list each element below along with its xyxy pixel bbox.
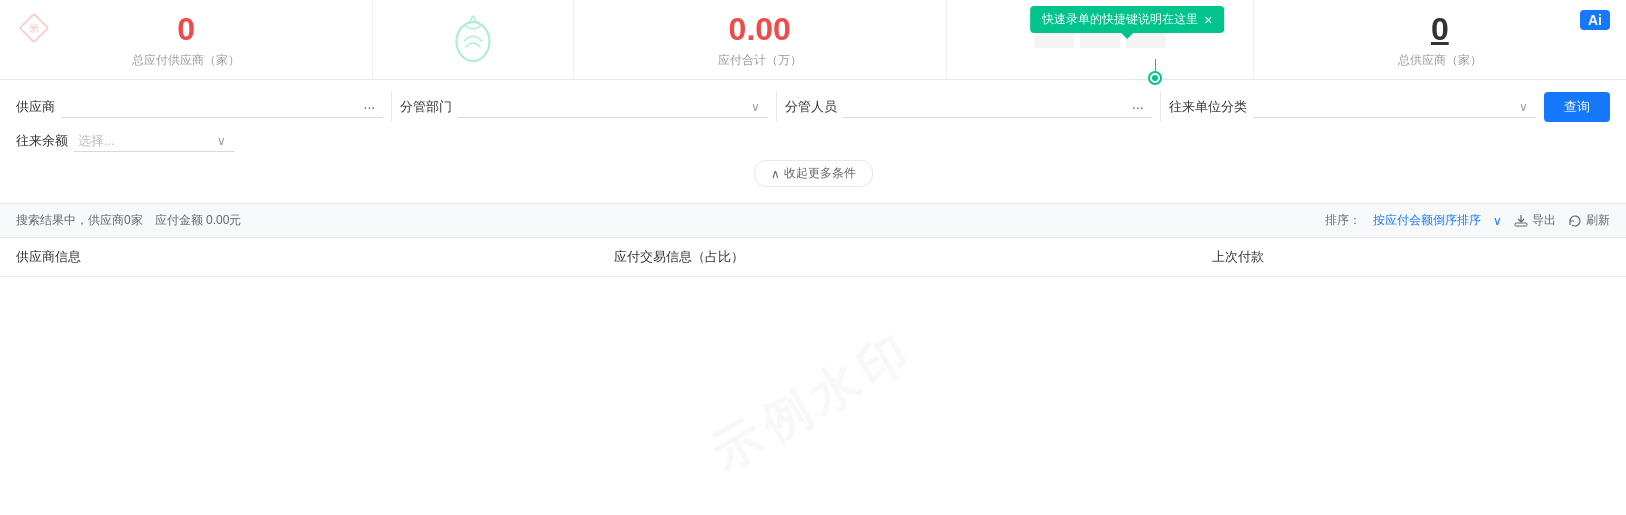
- collapse-icon: ∧: [771, 167, 780, 181]
- department-label: 分管部门: [400, 98, 452, 116]
- results-bar: 搜索结果中，供应商0家 应付金额 0.00元 排序： 按应付会额倒序排序 ∨ 导…: [0, 204, 1626, 238]
- total-suppliers-value: 0: [1431, 10, 1449, 48]
- unit-class-arrow[interactable]: ∨: [1519, 100, 1528, 114]
- export-icon: [1514, 214, 1528, 228]
- table-col-supplier-info: 供应商信息: [16, 248, 614, 266]
- logo-icon: 米: [16, 10, 52, 49]
- stats-bar: 米 0 总应付供应商（家） 0.00 应付合计（万）: [0, 0, 1626, 80]
- unit-class-input[interactable]: [1253, 96, 1536, 118]
- middle-icon-area: [373, 0, 573, 79]
- filter-bar: 供应商 ··· 分管部门 ∨ 分管人员 ··· 往来单位分类 ∨ 查询: [0, 80, 1626, 204]
- shortcut-tooltip: 快速录单的快捷键说明在这里 ×: [1030, 6, 1224, 33]
- total-payable-suppliers-label: 总应付供应商（家）: [132, 52, 240, 69]
- payable-amount-text: 应付金额 0.00元: [155, 212, 242, 229]
- balance-input[interactable]: [74, 130, 234, 152]
- stat-total-payable-suppliers: 米 0 总应付供应商（家）: [0, 0, 373, 79]
- department-filter: 分管部门 ∨: [400, 96, 767, 118]
- supplier-label: 供应商: [16, 98, 55, 116]
- stat-total-suppliers: 0 总供应商（家） Ai: [1254, 0, 1626, 79]
- results-left: 搜索结果中，供应商0家 应付金额 0.00元: [16, 212, 241, 229]
- divider-3: [1160, 92, 1161, 122]
- supplier-input[interactable]: [61, 96, 383, 118]
- tooltip-text: 快速录单的快捷键说明在这里: [1042, 11, 1198, 28]
- total-payable-suppliers-value: 0: [177, 10, 195, 48]
- tooltip-close-btn[interactable]: ×: [1204, 13, 1212, 27]
- sort-select[interactable]: 按应付会额倒序排序: [1373, 212, 1481, 229]
- svg-text:米: 米: [28, 23, 40, 34]
- refresh-icon: [1568, 214, 1582, 228]
- divider-1: [391, 92, 392, 122]
- tooltip-dot: [1150, 73, 1160, 83]
- svg-point-2: [456, 22, 489, 61]
- collapse-btn[interactable]: ∧ 收起更多条件: [754, 160, 873, 187]
- results-right: 排序： 按应付会额倒序排序 ∨ 导出 刷新: [1325, 212, 1610, 229]
- supplier-filter: 供应商 ···: [16, 96, 383, 118]
- collapse-label: 收起更多条件: [784, 165, 856, 182]
- total-suppliers-label: 总供应商（家）: [1398, 52, 1482, 69]
- supplier-dots-btn[interactable]: ···: [364, 99, 376, 115]
- manager-label: 分管人员: [785, 98, 837, 116]
- department-arrow[interactable]: ∨: [751, 100, 760, 114]
- ai-badge[interactable]: Ai: [1580, 10, 1610, 30]
- sort-label: 排序：: [1325, 212, 1361, 229]
- watermark: 示例水印: [700, 318, 926, 485]
- sort-arrow[interactable]: ∨: [1493, 214, 1502, 228]
- export-btn[interactable]: 导出: [1514, 212, 1556, 229]
- balance-filter: 往来余额 ∨: [16, 130, 234, 152]
- payable-total-label: 应付合计（万）: [718, 52, 802, 69]
- payable-total-value: 0.00: [729, 10, 791, 48]
- filter-row-2: 往来余额 ∨: [16, 130, 1610, 152]
- manager-dots-btn[interactable]: ···: [1132, 99, 1144, 115]
- placeholder-boxes: [1034, 32, 1166, 48]
- table-body: 示例水印: [0, 277, 1626, 515]
- divider-2: [776, 92, 777, 122]
- search-result-text: 搜索结果中，供应商0家: [16, 212, 143, 229]
- stat-payable-total: 0.00 应付合计（万）: [574, 0, 947, 79]
- manager-input[interactable]: [843, 96, 1152, 118]
- table-header: 供应商信息 应付交易信息（占比） 上次付款: [0, 238, 1626, 277]
- refresh-label: 刷新: [1586, 212, 1610, 229]
- export-label: 导出: [1532, 212, 1556, 229]
- stat-right-area: 快速录单的快捷键说明在这里 ×: [947, 0, 1254, 79]
- table-col-transaction-info: 应付交易信息（占比）: [614, 248, 1212, 266]
- balance-label: 往来余额: [16, 132, 68, 150]
- collapse-area: ∧ 收起更多条件: [16, 160, 1610, 203]
- table-col-last-payment: 上次付款: [1212, 248, 1611, 266]
- balance-arrow[interactable]: ∨: [217, 134, 226, 148]
- rice-bag-icon: [443, 10, 503, 70]
- unit-class-label: 往来单位分类: [1169, 98, 1247, 116]
- manager-filter: 分管人员 ···: [785, 96, 1152, 118]
- query-button[interactable]: 查询: [1544, 92, 1610, 122]
- svg-rect-4: [1515, 223, 1527, 226]
- filter-row-1: 供应商 ··· 分管部门 ∨ 分管人员 ··· 往来单位分类 ∨ 查询: [16, 92, 1610, 122]
- unit-class-filter: 往来单位分类 ∨: [1169, 96, 1536, 118]
- department-input[interactable]: [458, 96, 767, 118]
- refresh-btn[interactable]: 刷新: [1568, 212, 1610, 229]
